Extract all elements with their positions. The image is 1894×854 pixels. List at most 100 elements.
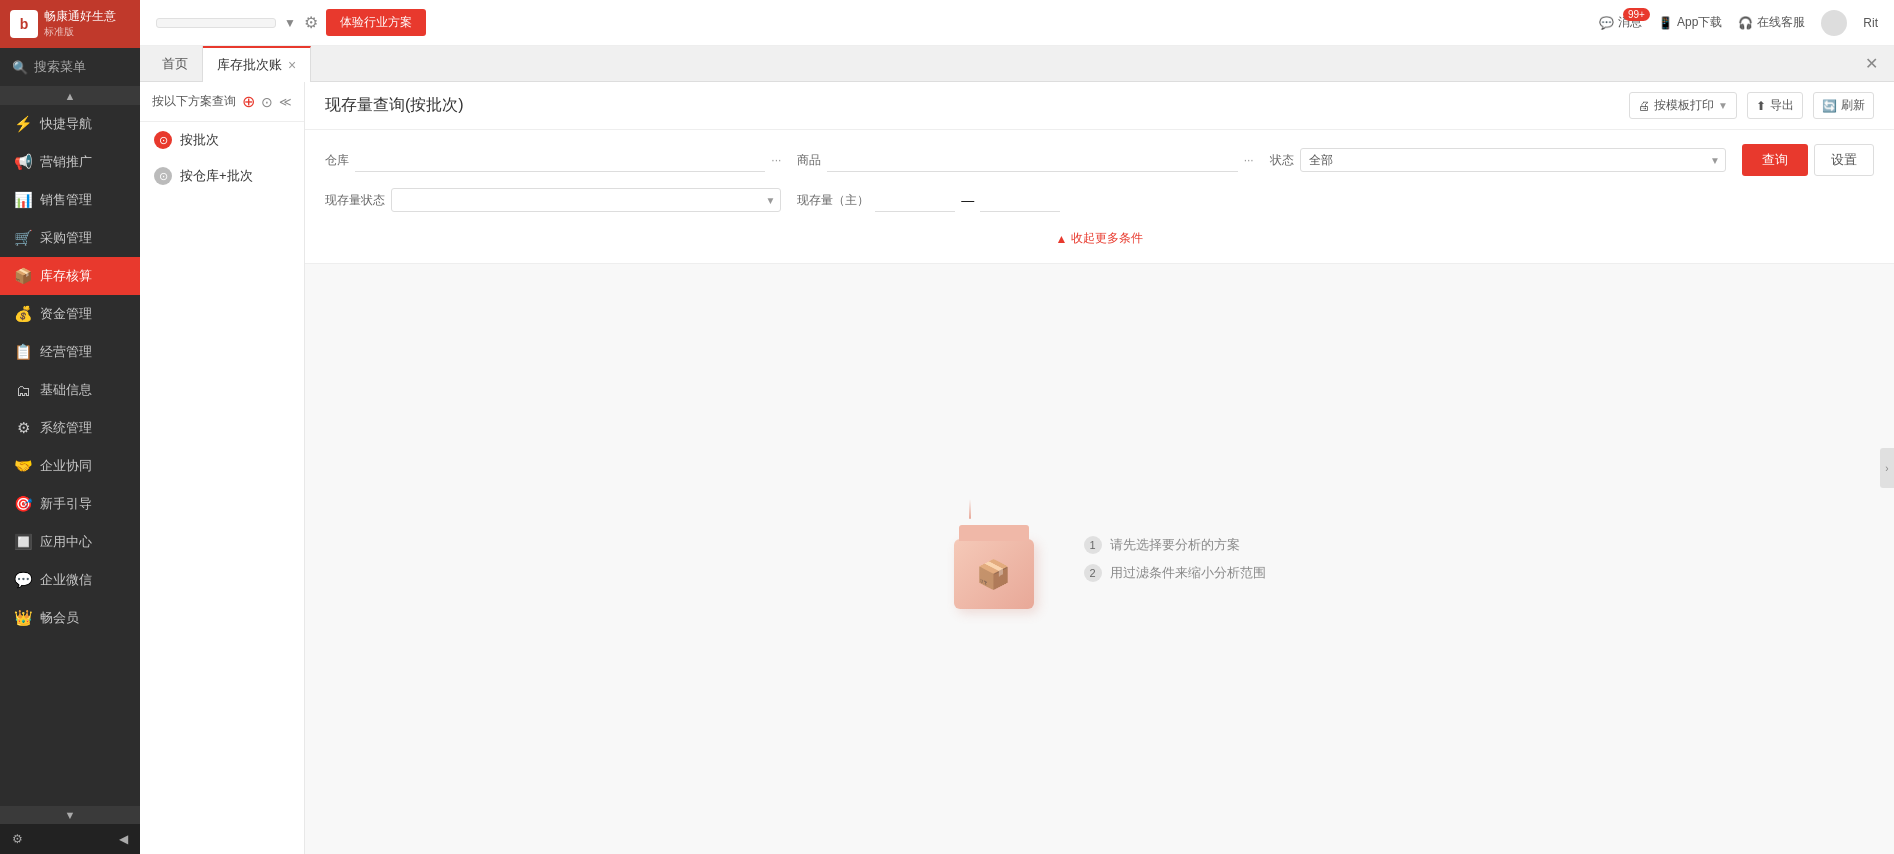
tab-home[interactable]: 首页 bbox=[148, 46, 203, 82]
sidebar-item-system[interactable]: ⚙ 系统管理 bbox=[0, 409, 140, 447]
settings-btn[interactable]: 设置 bbox=[1814, 144, 1874, 176]
sidebar-search[interactable]: 🔍 搜索菜单 bbox=[0, 48, 140, 87]
status-select[interactable]: 全部 bbox=[1300, 148, 1726, 172]
empty-state: 📦 1 请先选择要分析的方案 2 用过滤条件来缩小分析范围 bbox=[305, 264, 1894, 854]
inventory-qty-label: 现存量（主） bbox=[797, 192, 869, 209]
inventory-qty-input[interactable] bbox=[875, 188, 955, 212]
app-edition: 标准版 bbox=[44, 25, 116, 39]
app-download-label: App下载 bbox=[1677, 14, 1722, 31]
export-btn[interactable]: ⬆ 导出 bbox=[1747, 92, 1803, 119]
experience-btn[interactable]: 体验行业方案 bbox=[326, 9, 426, 36]
filter-status: 状态 全部 ▼ bbox=[1270, 148, 1726, 172]
sidebar-settings-icon[interactable]: ⚙ bbox=[12, 832, 23, 846]
refresh-btn[interactable]: 🔄 刷新 bbox=[1813, 92, 1874, 119]
tab-bar: 首页 库存批次账 × ✕ bbox=[140, 46, 1894, 82]
nav-icon-finance: 💰 bbox=[14, 305, 32, 323]
sidebar-item-inventory[interactable]: 📦 库存核算 bbox=[0, 257, 140, 295]
nav-icon-enterprise-wechat: 💬 bbox=[14, 571, 32, 589]
warehouse-more-icon[interactable]: ··· bbox=[771, 153, 781, 167]
scheme-icon-batch: ⊙ bbox=[154, 131, 172, 149]
messages-item[interactable]: 💬 消息 99+ bbox=[1599, 14, 1642, 31]
tab-home-label: 首页 bbox=[162, 55, 188, 73]
headset-icon: 🎧 bbox=[1738, 16, 1753, 30]
tab-close-icon[interactable]: × bbox=[288, 57, 296, 73]
add-scheme-icon[interactable]: ⊕ bbox=[242, 92, 255, 111]
sidebar-item-newbie[interactable]: 🎯 新手引导 bbox=[0, 485, 140, 523]
print-label: 按模板打印 bbox=[1654, 97, 1714, 114]
tab-bar-close-btn[interactable]: ✕ bbox=[1857, 54, 1886, 73]
scheme-header-title: 按以下方案查询 bbox=[152, 93, 236, 110]
filter-product: 商品 ··· bbox=[797, 148, 1253, 172]
scheme-settings-icon[interactable]: ⊙ bbox=[261, 94, 273, 110]
messages-icon: 💬 bbox=[1599, 16, 1614, 30]
side-close-handle[interactable]: › bbox=[1880, 448, 1894, 488]
nav-label-app-center: 应用中心 bbox=[40, 533, 92, 551]
nav-label-system: 系统管理 bbox=[40, 419, 92, 437]
sidebar-footer: ⚙ ◀ bbox=[0, 824, 140, 854]
sidebar-item-sales[interactable]: 📊 销售管理 bbox=[0, 181, 140, 219]
sidebar-item-purchase[interactable]: 🛒 采购管理 bbox=[0, 219, 140, 257]
user-name: Rit bbox=[1863, 16, 1878, 30]
sidebar-item-enterprise[interactable]: 🤝 企业协同 bbox=[0, 447, 140, 485]
hint-text-2: 用过滤条件来缩小分析范围 bbox=[1110, 564, 1266, 582]
sidebar-item-marketing[interactable]: 📢 营销推广 bbox=[0, 143, 140, 181]
nav-icon-sales: 📊 bbox=[14, 191, 32, 209]
nav-icon-inventory: 📦 bbox=[14, 267, 32, 285]
hint-item-1: 1 请先选择要分析的方案 bbox=[1084, 536, 1266, 554]
nav-label-inventory: 库存核算 bbox=[40, 267, 92, 285]
sidebar-item-finance[interactable]: 💰 资金管理 bbox=[0, 295, 140, 333]
user-avatar[interactable] bbox=[1821, 10, 1847, 36]
sidebar-item-operations[interactable]: 📋 经营管理 bbox=[0, 333, 140, 371]
product-more-icon[interactable]: ··· bbox=[1244, 153, 1254, 167]
nav-icon-quick-nav: ⚡ bbox=[14, 115, 32, 133]
sidebar-scroll-up[interactable]: ▲ bbox=[0, 87, 140, 105]
sidebar-item-member[interactable]: 👑 畅会员 bbox=[0, 599, 140, 637]
nav-icon-system: ⚙ bbox=[14, 419, 32, 437]
filter-row-2: 现存量状态 ▼ 现存量（主） — bbox=[325, 188, 1874, 212]
nav-icon-purchase: 🛒 bbox=[14, 229, 32, 247]
sidebar-collapse-icon[interactable]: ◀ bbox=[119, 832, 128, 846]
sidebar-item-basic[interactable]: 🗂 基础信息 bbox=[0, 371, 140, 409]
scheme-label-warehouse-batch: 按仓库+批次 bbox=[180, 167, 253, 185]
warehouse-input[interactable] bbox=[355, 148, 765, 172]
search-icon: 🔍 bbox=[12, 60, 28, 75]
filter-inventory-qty: 现存量（主） — bbox=[797, 188, 1253, 212]
inventory-qty-range: — bbox=[875, 188, 1253, 212]
topbar-gear-icon[interactable]: ⚙ bbox=[304, 13, 318, 32]
query-btn[interactable]: 查询 bbox=[1742, 144, 1808, 176]
right-content: 现存量查询(按批次) 🖨 按模板打印 ▼ ⬆ 导出 🔄 刷新 bbox=[305, 82, 1894, 854]
scheme-item-warehouse-batch[interactable]: ⊙ 按仓库+批次 bbox=[140, 158, 304, 194]
product-input[interactable] bbox=[827, 148, 1237, 172]
print-btn[interactable]: 🖨 按模板打印 ▼ bbox=[1629, 92, 1737, 119]
sidebar-nav: ⚡ 快捷导航 📢 营销推广 📊 销售管理 🛒 采购管理 📦 库存核算 💰 资金管… bbox=[0, 105, 140, 806]
sidebar-item-quick-nav[interactable]: ⚡ 快捷导航 bbox=[0, 105, 140, 143]
scheme-item-batch[interactable]: ⊙ 按批次 bbox=[140, 122, 304, 158]
filter-warehouse: 仓库 ··· bbox=[325, 148, 781, 172]
nav-icon-marketing: 📢 bbox=[14, 153, 32, 171]
sidebar-scroll-down[interactable]: ▼ bbox=[0, 806, 140, 824]
collapse-scheme-icon[interactable]: ≪ bbox=[279, 95, 292, 109]
filter-inventory-status: 现存量状态 ▼ bbox=[325, 188, 781, 212]
inventory-qty-input-max[interactable] bbox=[980, 188, 1060, 212]
topbar-chevron-icon[interactable]: ▼ bbox=[284, 16, 296, 30]
refresh-icon: 🔄 bbox=[1822, 99, 1837, 113]
status-label: 状态 bbox=[1270, 152, 1294, 169]
topbar-search[interactable] bbox=[156, 18, 276, 28]
sidebar: b 畅康通好生意 标准版 🔍 搜索菜单 ▲ ⚡ 快捷导航 📢 营销推广 📊 销售… bbox=[0, 0, 140, 854]
sidebar-item-enterprise-wechat[interactable]: 💬 企业微信 bbox=[0, 561, 140, 599]
online-service-label: 在线客服 bbox=[1757, 14, 1805, 31]
export-label: 导出 bbox=[1770, 97, 1794, 114]
online-service-item[interactable]: 🎧 在线客服 bbox=[1738, 14, 1805, 31]
nav-icon-app-center: 🔲 bbox=[14, 533, 32, 551]
inventory-status-select[interactable] bbox=[391, 188, 781, 212]
print-chevron-icon: ▼ bbox=[1718, 100, 1728, 111]
app-download-item[interactable]: 📱 App下载 bbox=[1658, 14, 1722, 31]
sidebar-item-app-center[interactable]: 🔲 应用中心 bbox=[0, 523, 140, 561]
range-dash: — bbox=[961, 193, 974, 208]
print-icon: 🖨 bbox=[1638, 99, 1650, 113]
filter-row-1: 仓库 ··· 商品 ··· 状态 bbox=[325, 144, 1874, 176]
collapse-more-btn[interactable]: ▲ 收起更多条件 bbox=[325, 224, 1874, 249]
nav-label-quick-nav: 快捷导航 bbox=[40, 115, 92, 133]
page-title: 现存量查询(按批次) bbox=[325, 95, 464, 116]
tab-inventory-batch[interactable]: 库存批次账 × bbox=[203, 46, 311, 82]
